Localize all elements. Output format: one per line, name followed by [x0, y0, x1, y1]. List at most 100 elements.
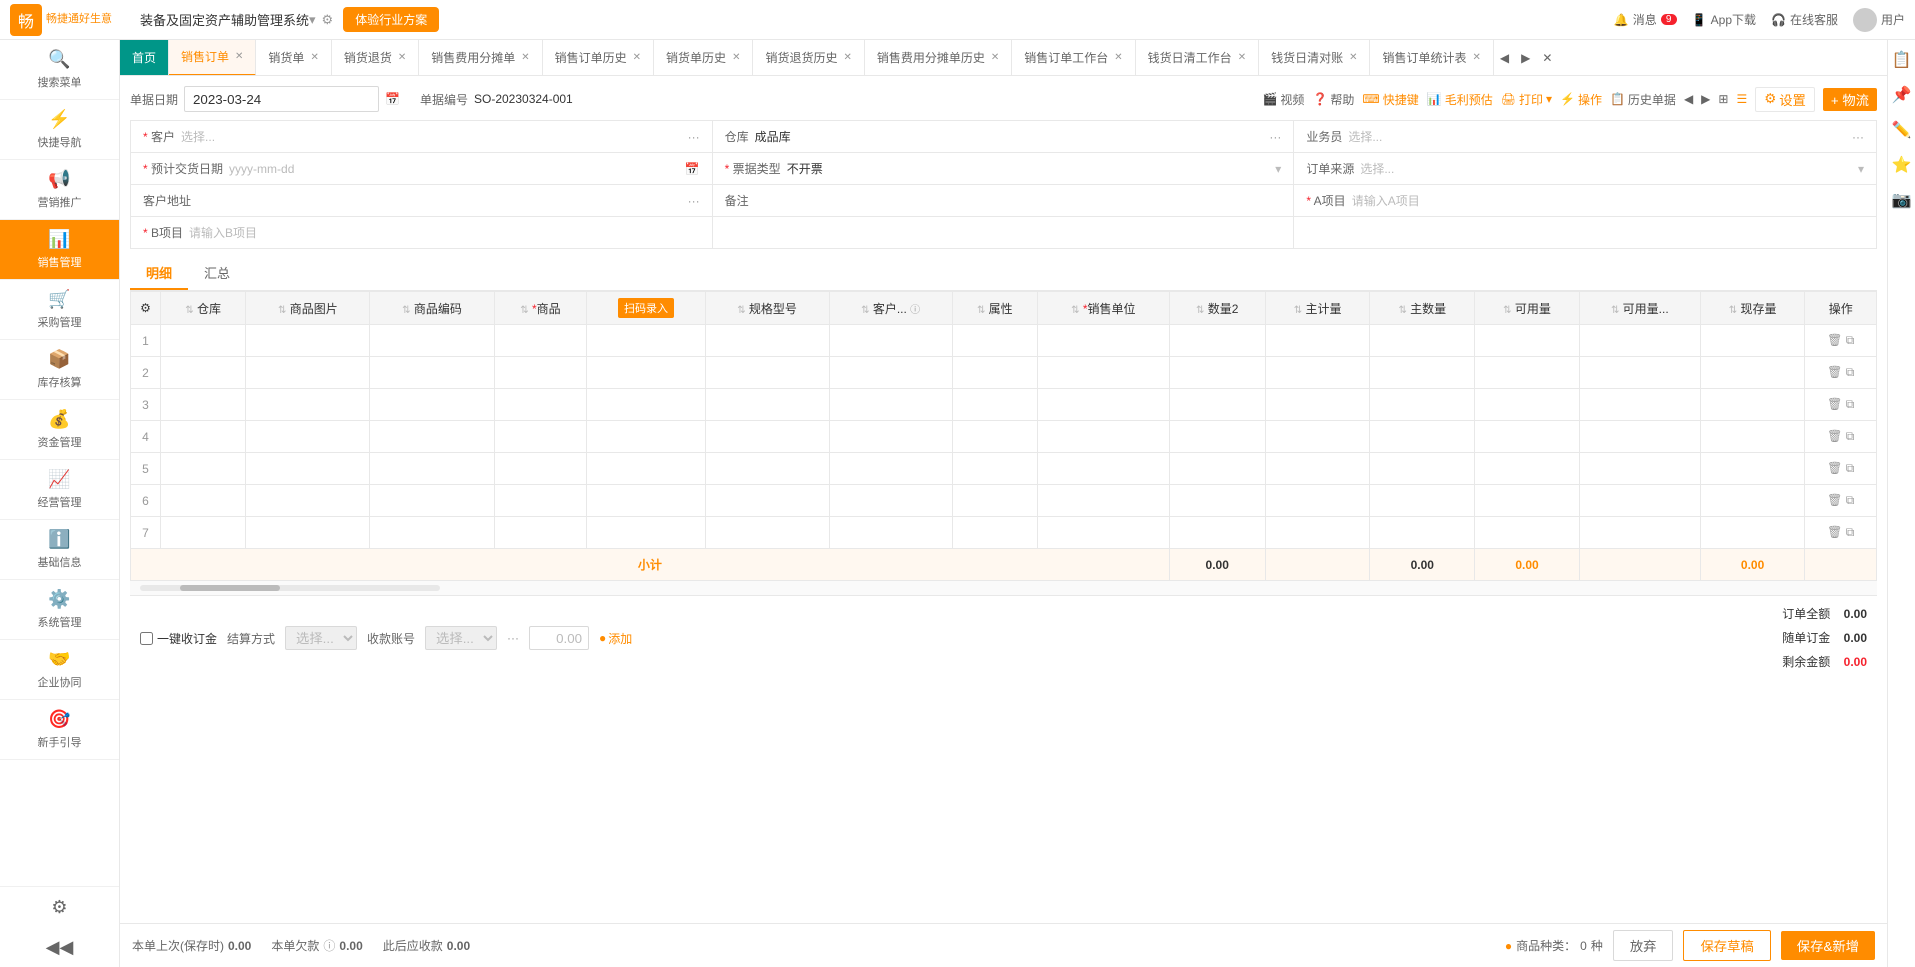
payment-amount-input[interactable] — [529, 626, 589, 650]
sidebar-item-marketing[interactable]: 📢 营销推广 — [0, 160, 119, 220]
nav-arrow-prev[interactable]: ◀ — [1684, 92, 1693, 106]
debt-icon[interactable]: ⓘ — [323, 937, 335, 954]
row-6-action[interactable]: 🗑 ⧉ — [1805, 485, 1877, 517]
order-source-arrow[interactable]: ▾ — [1858, 162, 1864, 176]
product-types-icon[interactable]: ● — [1505, 939, 1512, 953]
add-payment-btn[interactable]: ● 添加 — [599, 630, 632, 647]
row-7-cust-code[interactable] — [829, 517, 952, 549]
order-source-input[interactable] — [1360, 162, 1852, 176]
add-material-button[interactable]: + 物流 — [1823, 88, 1877, 111]
tab-cash-reconcile[interactable]: 钱货日清对账 ✕ — [1259, 40, 1370, 76]
row-7-copy-icon[interactable]: ⧉ — [1846, 525, 1855, 539]
right-panel-icon-5[interactable]: 📷 — [1892, 190, 1912, 210]
row-2-unit[interactable] — [1037, 357, 1169, 389]
help-action[interactable]: ❓ 帮助 — [1312, 91, 1354, 108]
tab-sales-stat[interactable]: 销售订单统计表 ✕ — [1370, 40, 1493, 76]
right-panel-icon-3[interactable]: ✏️ — [1892, 120, 1912, 140]
row-6-copy-icon[interactable]: ⧉ — [1846, 493, 1855, 507]
scroll-thumb[interactable] — [180, 585, 280, 591]
sales-rep-more[interactable]: ··· — [1852, 130, 1864, 144]
row-6-unit[interactable] — [1037, 485, 1169, 517]
dropdown-icon[interactable]: ▾ — [309, 12, 316, 28]
row-1-unit[interactable] — [1037, 325, 1169, 357]
table-scroll[interactable]: ⚙ ⇅ 仓库 ⇅ 商品图片 ⇅ 商品编码 ⇅ *商品 扫码录入 ⇅ 规格型号 ⇅… — [130, 291, 1877, 581]
a-project-input[interactable] — [1352, 194, 1864, 208]
profit-action[interactable]: 📊 毛利预估 — [1427, 91, 1493, 108]
tab-sales-order-close[interactable]: ✕ — [235, 51, 243, 62]
tab-invoice-history[interactable]: 销货单历史 ✕ — [654, 40, 753, 76]
row-4-attr[interactable] — [952, 421, 1037, 453]
sidebar-item-quicknav[interactable]: ⚡ 快捷导航 — [0, 100, 119, 160]
invoice-type-arrow[interactable]: ▾ — [1275, 162, 1281, 176]
row-3-unit[interactable] — [1037, 389, 1169, 421]
row-1-copy-icon[interactable]: ⧉ — [1846, 333, 1855, 347]
row-1-name[interactable] — [494, 325, 587, 357]
address-more[interactable]: ··· — [688, 194, 700, 208]
row-3-warehouse[interactable] — [161, 389, 246, 421]
tab-expense-close[interactable]: ✕ — [521, 52, 529, 63]
calendar-icon[interactable]: 📅 — [385, 92, 400, 106]
row-1-cust-code[interactable] — [829, 325, 952, 357]
tab-cash-workbench[interactable]: 钱货日清工作台 ✕ — [1136, 40, 1259, 76]
row-4-delete-icon[interactable]: 🗑 — [1827, 429, 1842, 443]
tabs-close-all[interactable]: ✕ — [1536, 40, 1558, 76]
right-panel-icon-4[interactable]: ⭐ — [1892, 155, 1912, 175]
row-7-code[interactable] — [370, 517, 494, 549]
b-project-input[interactable] — [189, 226, 700, 240]
one-click-checkbox-label[interactable]: 一键收订金 — [140, 630, 217, 647]
th-name[interactable]: ⇅ *商品 — [494, 292, 587, 325]
tab-sales-stat-close[interactable]: ✕ — [1473, 52, 1481, 63]
tab-expense-history-close[interactable]: ✕ — [991, 52, 999, 63]
row-2-cust-code[interactable] — [829, 357, 952, 389]
row-7-delete-icon[interactable]: 🗑 — [1827, 525, 1842, 539]
row-5-action[interactable]: 🗑 ⧉ — [1805, 453, 1877, 485]
row-3-spec[interactable] — [705, 389, 829, 421]
row-6-code[interactable] — [370, 485, 494, 517]
th-warehouse[interactable]: ⇅ 仓库 — [161, 292, 246, 325]
operation-action[interactable]: ⚡ 操作 — [1560, 91, 1602, 108]
print-arrow[interactable]: ▾ — [1546, 92, 1552, 106]
right-panel-icon-2[interactable]: 📌 — [1892, 85, 1912, 105]
sidebar-item-finance[interactable]: 💰 资金管理 — [0, 400, 119, 460]
scan-btn[interactable]: 扫码录入 — [618, 298, 674, 318]
row-5-cust-code[interactable] — [829, 453, 952, 485]
row-3-main-qty[interactable] — [1370, 389, 1475, 421]
sales-rep-input[interactable] — [1348, 130, 1846, 144]
row-6-qty2[interactable] — [1169, 485, 1265, 517]
tab-sales-invoice-close[interactable]: ✕ — [310, 52, 318, 63]
row-7-main-qty[interactable] — [1370, 517, 1475, 549]
row-5-copy-icon[interactable]: ⧉ — [1846, 461, 1855, 475]
right-panel-icon-1[interactable]: 📋 — [1892, 50, 1912, 70]
row-5-attr[interactable] — [952, 453, 1037, 485]
customer-input[interactable] — [181, 130, 682, 144]
row-4-cust-code[interactable] — [829, 421, 952, 453]
row-6-delete-icon[interactable]: 🗑 — [1827, 493, 1842, 507]
tab-order-workbench-close[interactable]: ✕ — [1114, 52, 1122, 63]
row-3-delete-icon[interactable]: 🗑 — [1827, 397, 1842, 411]
save-new-button[interactable]: 保存&新增 — [1781, 931, 1875, 960]
row-6-name[interactable] — [494, 485, 587, 517]
row-1-warehouse[interactable] — [161, 325, 246, 357]
row-1-qty2[interactable] — [1169, 325, 1265, 357]
industry-btn[interactable]: 体验行业方案 — [343, 7, 439, 32]
row-7-attr[interactable] — [952, 517, 1037, 549]
tab-return-close[interactable]: ✕ — [398, 52, 406, 63]
tab-cash-reconcile-close[interactable]: ✕ — [1349, 52, 1357, 63]
tab-order-history[interactable]: 销售订单历史 ✕ — [543, 40, 654, 76]
row-3-cust-code[interactable] — [829, 389, 952, 421]
scroll-track[interactable] — [140, 585, 440, 591]
row-6-spec[interactable] — [705, 485, 829, 517]
th-scan[interactable]: 扫码录入 — [587, 292, 705, 325]
row-1-main-qty[interactable] — [1370, 325, 1475, 357]
row-6-warehouse[interactable] — [161, 485, 246, 517]
customer-more[interactable]: ··· — [688, 130, 700, 144]
row-5-warehouse[interactable] — [161, 453, 246, 485]
tab-expense[interactable]: 销售费用分摊单 ✕ — [419, 40, 542, 76]
row-7-spec[interactable] — [705, 517, 829, 549]
row-5-main-qty[interactable] — [1370, 453, 1475, 485]
row-1-spec[interactable] — [705, 325, 829, 357]
online-support-item[interactable]: 🎧 在线客服 — [1771, 11, 1838, 28]
date-input[interactable] — [184, 86, 379, 112]
sidebar-settings-btn[interactable]: ⚙ — [0, 887, 119, 927]
tab-cash-workbench-close[interactable]: ✕ — [1238, 52, 1246, 63]
